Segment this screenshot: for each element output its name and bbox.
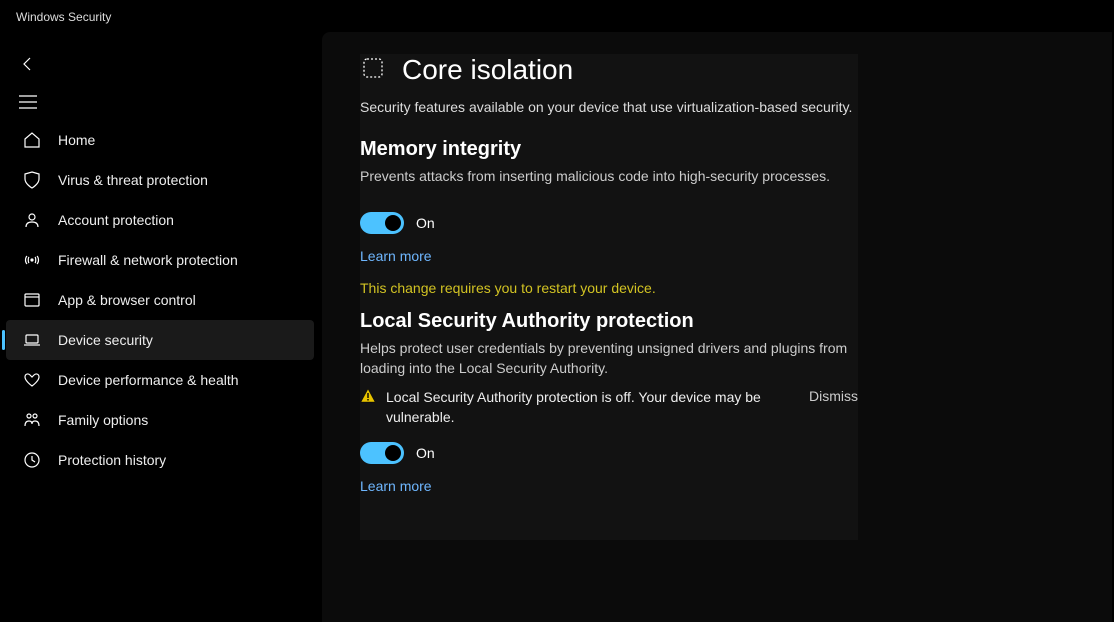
page-subtitle: Security features available on your devi… [360,98,858,118]
lsa-toggle-label: On [416,445,435,461]
hamburger-icon [19,95,37,109]
sidebar-item-label: Protection history [58,452,166,468]
history-icon [22,450,42,470]
window-title: Windows Security [0,0,1114,34]
nav-menu-button[interactable] [12,86,44,118]
memory-integrity-title: Memory integrity [360,138,858,161]
sidebar: Home Virus & threat protection Account p… [0,120,320,480]
sidebar-item-performance[interactable]: Device performance & health [6,360,314,400]
restart-notice: This change requires you to restart your… [360,280,858,296]
memory-integrity-desc: Prevents attacks from inserting maliciou… [360,167,858,187]
warning-icon [360,388,376,409]
home-icon [22,130,42,150]
laptop-icon [22,330,42,350]
sidebar-item-family[interactable]: Family options [6,400,314,440]
lsa-title: Local Security Authority protection [360,310,858,333]
window-icon [22,290,42,310]
lsa-alert-text: Local Security Authority protection is o… [386,388,799,427]
sidebar-item-label: Account protection [58,212,174,228]
sidebar-item-firewall[interactable]: Firewall & network protection [6,240,314,280]
sidebar-item-label: Device security [58,332,153,348]
sidebar-item-label: Device performance & health [58,372,239,388]
sidebar-item-label: App & browser control [58,292,196,308]
sidebar-item-device-security[interactable]: Device security [6,320,314,360]
dismiss-button[interactable]: Dismiss [809,388,858,404]
content-inner: Core isolation Security features availab… [360,54,858,540]
back-arrow-icon [20,56,36,72]
heart-icon [22,370,42,390]
sidebar-item-label: Home [58,132,95,148]
signal-icon [22,250,42,270]
sidebar-item-label: Firewall & network protection [58,252,238,268]
sidebar-item-home[interactable]: Home [6,120,314,160]
person-icon [22,210,42,230]
sidebar-item-app-browser[interactable]: App & browser control [6,280,314,320]
sidebar-item-history[interactable]: Protection history [6,440,314,480]
chip-icon [360,55,386,86]
memory-integrity-toggle[interactable] [360,212,404,234]
sidebar-item-account[interactable]: Account protection [6,200,314,240]
lsa-learn-more-link[interactable]: Learn more [360,478,432,494]
memory-integrity-learn-more-link[interactable]: Learn more [360,248,432,264]
sidebar-item-virus[interactable]: Virus & threat protection [6,160,314,200]
family-icon [22,410,42,430]
back-button[interactable] [12,48,44,80]
content-pane: Core isolation Security features availab… [322,32,1112,622]
lsa-toggle[interactable] [360,442,404,464]
sidebar-item-label: Virus & threat protection [58,172,208,188]
shield-icon [22,170,42,190]
page-title: Core isolation [402,54,573,86]
lsa-desc: Helps protect user credentials by preven… [360,339,858,378]
memory-integrity-toggle-label: On [416,215,435,231]
sidebar-item-label: Family options [58,412,148,428]
